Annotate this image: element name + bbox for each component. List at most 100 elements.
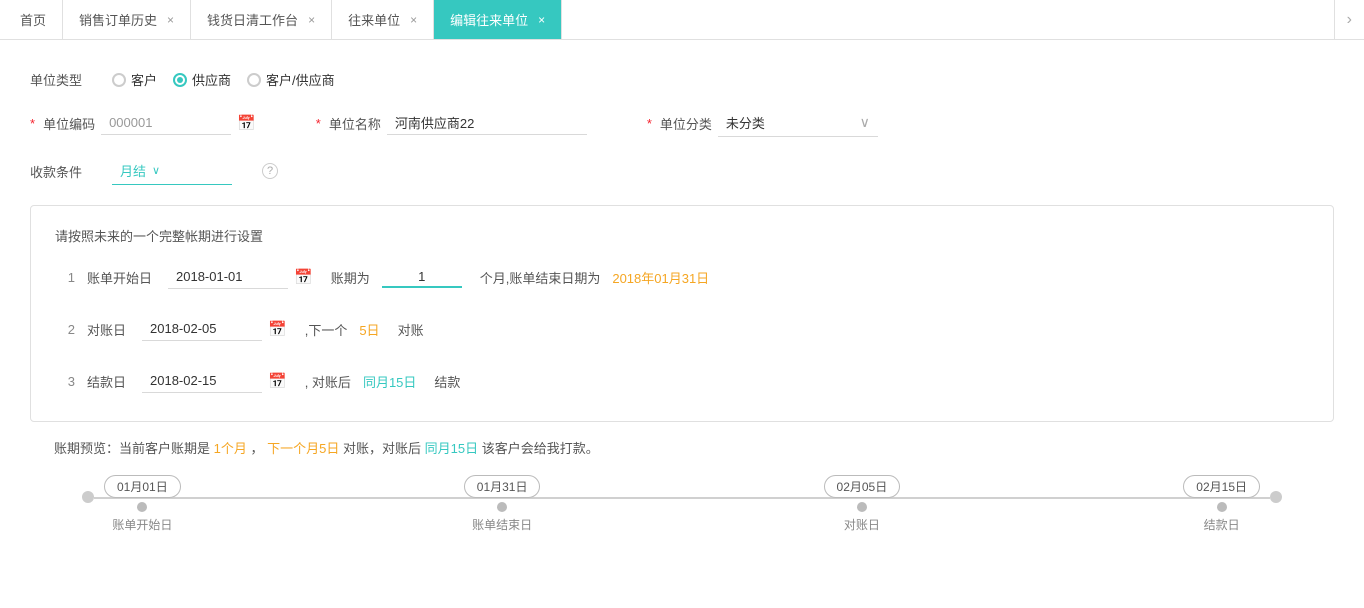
period-num-2: 2 xyxy=(55,322,75,337)
unit-class-value: 未分类 xyxy=(726,113,765,132)
radio-both-circle xyxy=(247,73,261,87)
tab-bar: 首页 销售订单历史 × 钱货日清工作台 × 往来单位 × 编辑往来单位 × › xyxy=(0,0,1364,40)
period-suffix-2: 对账 xyxy=(398,320,424,339)
card-title: 请按照未来的一个完整帐期进行设置 xyxy=(55,226,1309,245)
timeline-badge-4: 02月15日 xyxy=(1183,475,1260,498)
preview-label: 账期预览：当前客户账期是 xyxy=(54,441,210,456)
help-icon[interactable]: ? xyxy=(262,163,278,179)
payment-chevron-icon: ∨ xyxy=(152,164,160,177)
period-prefix-2: ,下一个 xyxy=(305,320,348,339)
radio-customer[interactable]: 客户 xyxy=(112,70,157,89)
preview-part1-highlight: 1个月 xyxy=(214,441,247,456)
unit-name-group: * 单位名称 xyxy=(316,111,587,135)
unit-name-label: 单位名称 xyxy=(329,114,381,133)
tab-unit-close[interactable]: × xyxy=(410,14,417,26)
timeline-badge-1: 01月01日 xyxy=(104,475,181,498)
tab-sales-history[interactable]: 销售订单历史 × xyxy=(63,0,191,39)
unit-name-input[interactable] xyxy=(387,111,587,135)
period-num-3: 3 xyxy=(55,374,75,389)
period-label-3: 结款日 xyxy=(87,372,126,391)
period-suffix-before-1: 账期为 xyxy=(331,268,370,287)
period-num-1: 1 xyxy=(55,270,75,285)
app-container: 首页 销售订单历史 × 钱货日清工作台 × 往来单位 × 编辑往来单位 × › … xyxy=(0,0,1364,608)
timeline-dot-2 xyxy=(497,502,507,512)
payment-select[interactable]: 月结 ∨ xyxy=(112,157,232,185)
tab-home[interactable]: 首页 xyxy=(0,0,63,39)
period-prefix-3: , 对账后 xyxy=(305,372,351,391)
card-section: 请按照未来的一个完整帐期进行设置 1 账单开始日 📅 账期为 个月,账单结束日期… xyxy=(30,205,1334,422)
radio-supplier-circle xyxy=(173,73,187,87)
radio-group: 客户 供应商 客户/供应商 xyxy=(112,70,335,89)
chevron-right-icon: › xyxy=(1347,11,1352,29)
period-row-2: 2 对账日 📅 ,下一个 5日 对账 xyxy=(55,317,1309,341)
period-date-1-input[interactable] xyxy=(168,265,288,289)
period-suffix-3: 结款 xyxy=(434,372,460,391)
unit-type-label: 单位类型 xyxy=(30,70,82,89)
unit-info-row: * 单位编码 📅 * 单位名称 * 单位分类 未分类 ∨ xyxy=(30,109,1334,137)
tab-unit[interactable]: 往来单位 × xyxy=(332,0,434,39)
timeline-label-3: 对账日 xyxy=(844,516,880,533)
period-date-3-group: 📅 xyxy=(142,369,287,393)
tab-unit-label: 往来单位 xyxy=(348,10,400,29)
required-star-class: * xyxy=(647,116,652,131)
radio-supplier-label: 供应商 xyxy=(192,70,231,89)
period-date-2-input[interactable] xyxy=(142,317,262,341)
unit-code-calendar-icon[interactable]: 📅 xyxy=(237,114,256,132)
payment-value: 月结 xyxy=(120,161,146,180)
period-date-1-group: 📅 xyxy=(168,265,313,289)
main-content: 单位类型 客户 供应商 客户/供应商 * 单位编码 xyxy=(0,40,1364,608)
period-label-2: 对账日 xyxy=(87,320,126,339)
tab-sales-history-close[interactable]: × xyxy=(167,14,174,26)
unit-class-select[interactable]: 未分类 ∨ xyxy=(718,109,878,137)
tab-home-label: 首页 xyxy=(20,10,46,29)
timeline-label-2: 账单结束日 xyxy=(472,516,532,533)
timeline-point-3: 02月05日 对账日 xyxy=(824,475,901,533)
required-star-code: * xyxy=(30,116,35,131)
period-months-input[interactable] xyxy=(382,267,462,288)
preview-part1-after: ， xyxy=(251,441,264,456)
period-suffix-after-1: 个月,账单结束日期为 xyxy=(480,268,601,287)
period-row-3: 3 结款日 📅 , 对账后 同月15日 结款 xyxy=(55,369,1309,393)
period-date-1-calendar-icon[interactable]: 📅 xyxy=(294,268,313,286)
preview-part3-highlight: 同月15日 xyxy=(425,441,478,456)
preview-part3-after: 该客户会给我打款。 xyxy=(482,441,599,456)
timeline-point-1: 01月01日 账单开始日 xyxy=(104,475,181,533)
period-end-date-highlight: 2018年01月31日 xyxy=(612,268,709,287)
tab-edit-unit-close[interactable]: × xyxy=(538,14,545,26)
timeline-container: 01月01日 账单开始日 01月31日 账单结束日 02月05日 对账日 xyxy=(54,475,1310,533)
unit-code-input[interactable] xyxy=(101,111,231,135)
tab-cash-work[interactable]: 钱货日清工作台 × xyxy=(191,0,332,39)
timeline-badge-3: 02月05日 xyxy=(824,475,901,498)
period-date-3-input[interactable] xyxy=(142,369,262,393)
timeline-label-1: 账单开始日 xyxy=(112,516,172,533)
tab-cash-work-close[interactable]: × xyxy=(308,14,315,26)
timeline-section: 01月01日 账单开始日 01月31日 账单结束日 02月05日 对账日 xyxy=(30,465,1334,549)
tab-edit-unit-label: 编辑往来单位 xyxy=(450,10,528,29)
period-date-2-calendar-icon[interactable]: 📅 xyxy=(268,320,287,338)
timeline-badge-2: 01月31日 xyxy=(464,475,541,498)
preview-part2-highlight: 下一个月5日 xyxy=(267,441,339,456)
timeline-label-4: 结款日 xyxy=(1204,516,1240,533)
timeline-point-4: 02月15日 结款日 xyxy=(1183,475,1260,533)
preview-section: 账期预览：当前客户账期是 1个月 ， 下一个月5日 对账，对账后 同月15日 该… xyxy=(30,422,1334,465)
radio-customer-circle xyxy=(112,73,126,87)
tab-more-arrow[interactable]: › xyxy=(1334,0,1364,39)
timeline-dot-3 xyxy=(857,502,867,512)
period-date-2-group: 📅 xyxy=(142,317,287,341)
unit-code-label: 单位编码 xyxy=(43,114,95,133)
period-highlight-2: 5日 xyxy=(359,320,379,339)
timeline-dot-4 xyxy=(1217,502,1227,512)
radio-both[interactable]: 客户/供应商 xyxy=(247,70,335,89)
period-date-3-calendar-icon[interactable]: 📅 xyxy=(268,372,287,390)
period-label-1: 账单开始日 xyxy=(87,268,152,287)
payment-row: 收款条件 月结 ∨ ? xyxy=(30,157,1334,185)
period-row-1: 1 账单开始日 📅 账期为 个月,账单结束日期为 2018年01月31日 xyxy=(55,265,1309,289)
preview-part2-after: 对账，对账后 xyxy=(343,441,421,456)
period-highlight-3: 同月15日 xyxy=(363,372,416,391)
timeline-point-2: 01月31日 账单结束日 xyxy=(464,475,541,533)
radio-supplier[interactable]: 供应商 xyxy=(173,70,231,89)
required-star-name: * xyxy=(316,116,321,131)
unit-code-group: * 单位编码 📅 xyxy=(30,111,256,135)
tab-cash-work-label: 钱货日清工作台 xyxy=(207,10,298,29)
tab-edit-unit[interactable]: 编辑往来单位 × xyxy=(434,0,562,39)
